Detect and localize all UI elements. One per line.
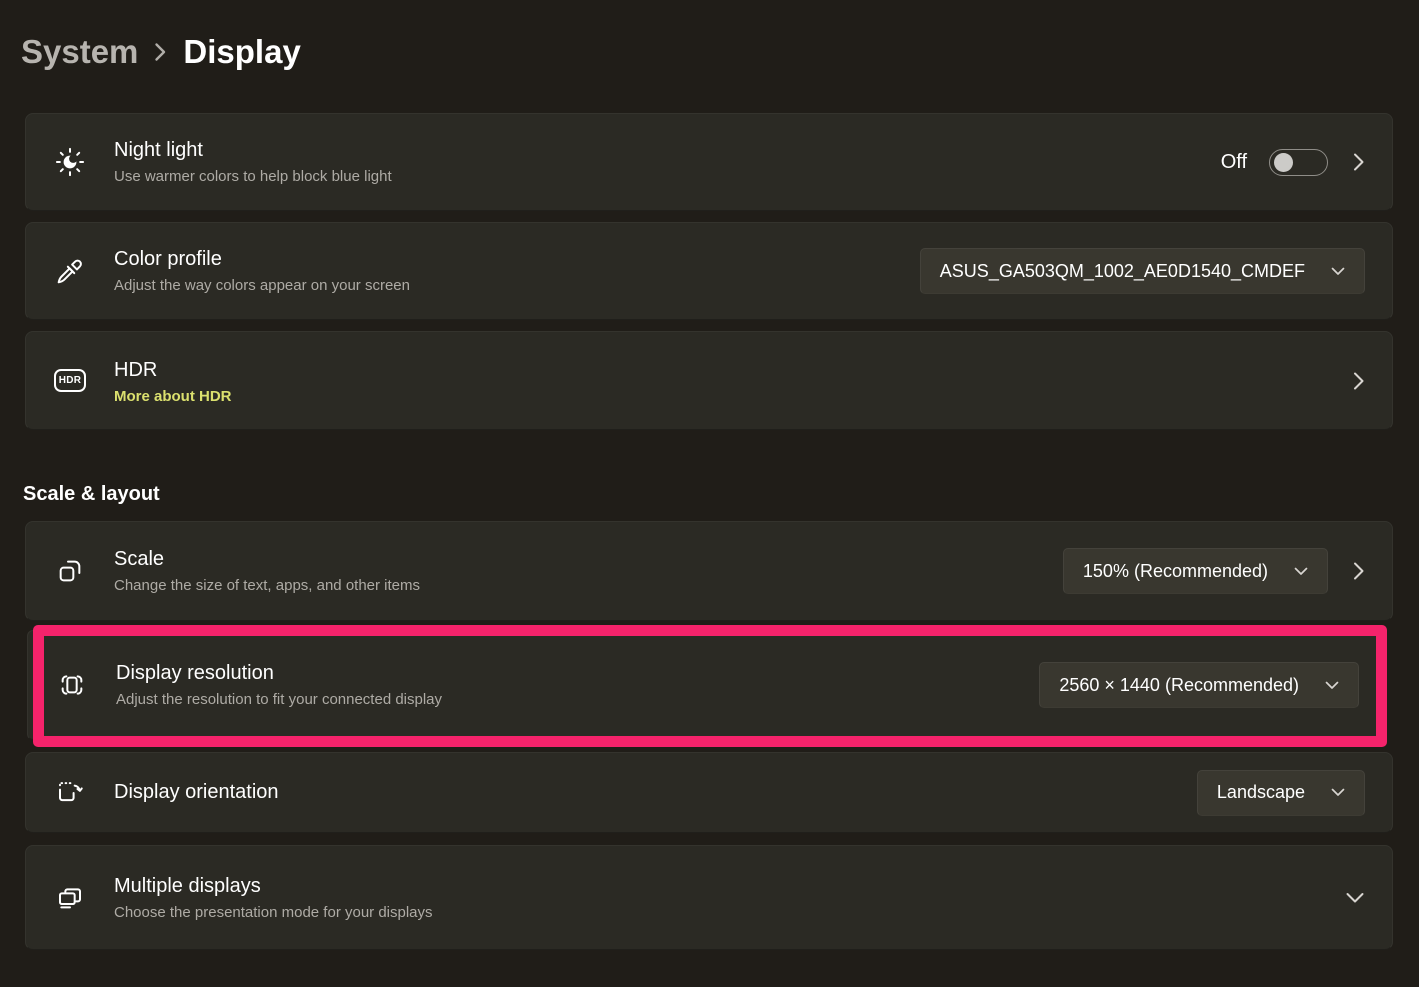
night-light-toggle-state: Off (1221, 151, 1247, 174)
display-orientation-title: Display orientation (114, 779, 279, 806)
display-resolution-row[interactable]: Display resolution Adjust the resolution… (27, 630, 1387, 740)
toggle-knob (1274, 153, 1293, 172)
color-profile-value: ASUS_GA503QM_1002_AE0D1540_CMDEF (940, 261, 1305, 282)
color-profile-row: Color profile Adjust the way colors appe… (25, 222, 1393, 320)
display-orientation-row: Display orientation Landscape (25, 752, 1393, 833)
display-resolution-title: Display resolution (116, 660, 442, 687)
breadcrumb-system[interactable]: System (21, 33, 138, 71)
color-profile-subtitle: Adjust the way colors appear on your scr… (114, 276, 410, 296)
night-light-title: Night light (114, 137, 392, 164)
more-about-hdr-link[interactable]: More about HDR (114, 388, 232, 405)
scale-icon (54, 555, 86, 587)
night-light-toggle[interactable] (1269, 149, 1328, 176)
chevron-down-icon (1325, 681, 1339, 690)
multiple-displays-subtitle: Choose the presentation mode for your di… (114, 903, 433, 923)
chevron-down-icon (1331, 267, 1345, 276)
multiple-displays-chevron-down-icon[interactable] (1345, 892, 1365, 904)
hdr-chevron-right-icon[interactable] (1353, 371, 1365, 391)
scale-value: 150% (Recommended) (1083, 561, 1268, 582)
night-light-chevron-right-icon[interactable] (1353, 152, 1365, 172)
display-orientation-dropdown[interactable]: Landscape (1197, 770, 1365, 816)
scale-dropdown[interactable]: 150% (Recommended) (1063, 548, 1328, 594)
chevron-down-icon (1331, 788, 1345, 797)
multiple-displays-icon (54, 882, 86, 914)
display-orientation-icon (54, 777, 86, 809)
night-light-row[interactable]: Night light Use warmer colors to help bl… (25, 113, 1393, 211)
night-light-subtitle: Use warmer colors to help block blue lig… (114, 167, 392, 187)
breadcrumb-display: Display (183, 33, 300, 71)
scale-row[interactable]: Scale Change the size of text, apps, and… (25, 521, 1393, 621)
breadcrumb: System Display (21, 33, 301, 71)
scale-title: Scale (114, 546, 420, 573)
display-orientation-value: Landscape (1217, 782, 1305, 803)
eyedropper-icon (54, 255, 86, 287)
chevron-down-icon (1294, 567, 1308, 576)
multiple-displays-title: Multiple displays (114, 873, 433, 900)
color-profile-title: Color profile (114, 246, 410, 273)
settings-display-page: System Display Night light Use warmer co… (0, 0, 1419, 987)
scale-chevron-right-icon[interactable] (1353, 561, 1365, 581)
display-resolution-value: 2560 × 1440 (Recommended) (1059, 675, 1299, 696)
scale-layout-section-header: Scale & layout (23, 483, 160, 506)
display-resolution-subtitle: Adjust the resolution to fit your connec… (116, 690, 442, 710)
scale-subtitle: Change the size of text, apps, and other… (114, 576, 420, 596)
hdr-title: HDR (114, 357, 232, 384)
display-resolution-dropdown[interactable]: 2560 × 1440 (Recommended) (1039, 662, 1359, 708)
color-profile-dropdown[interactable]: ASUS_GA503QM_1002_AE0D1540_CMDEF (920, 248, 1365, 294)
breadcrumb-chevron-icon (154, 41, 167, 63)
night-light-icon (54, 146, 86, 178)
hdr-icon: HDR (54, 369, 86, 392)
display-resolution-icon (56, 669, 88, 701)
hdr-row[interactable]: HDR HDR More about HDR (25, 331, 1393, 430)
multiple-displays-row[interactable]: Multiple displays Choose the presentatio… (25, 845, 1393, 950)
